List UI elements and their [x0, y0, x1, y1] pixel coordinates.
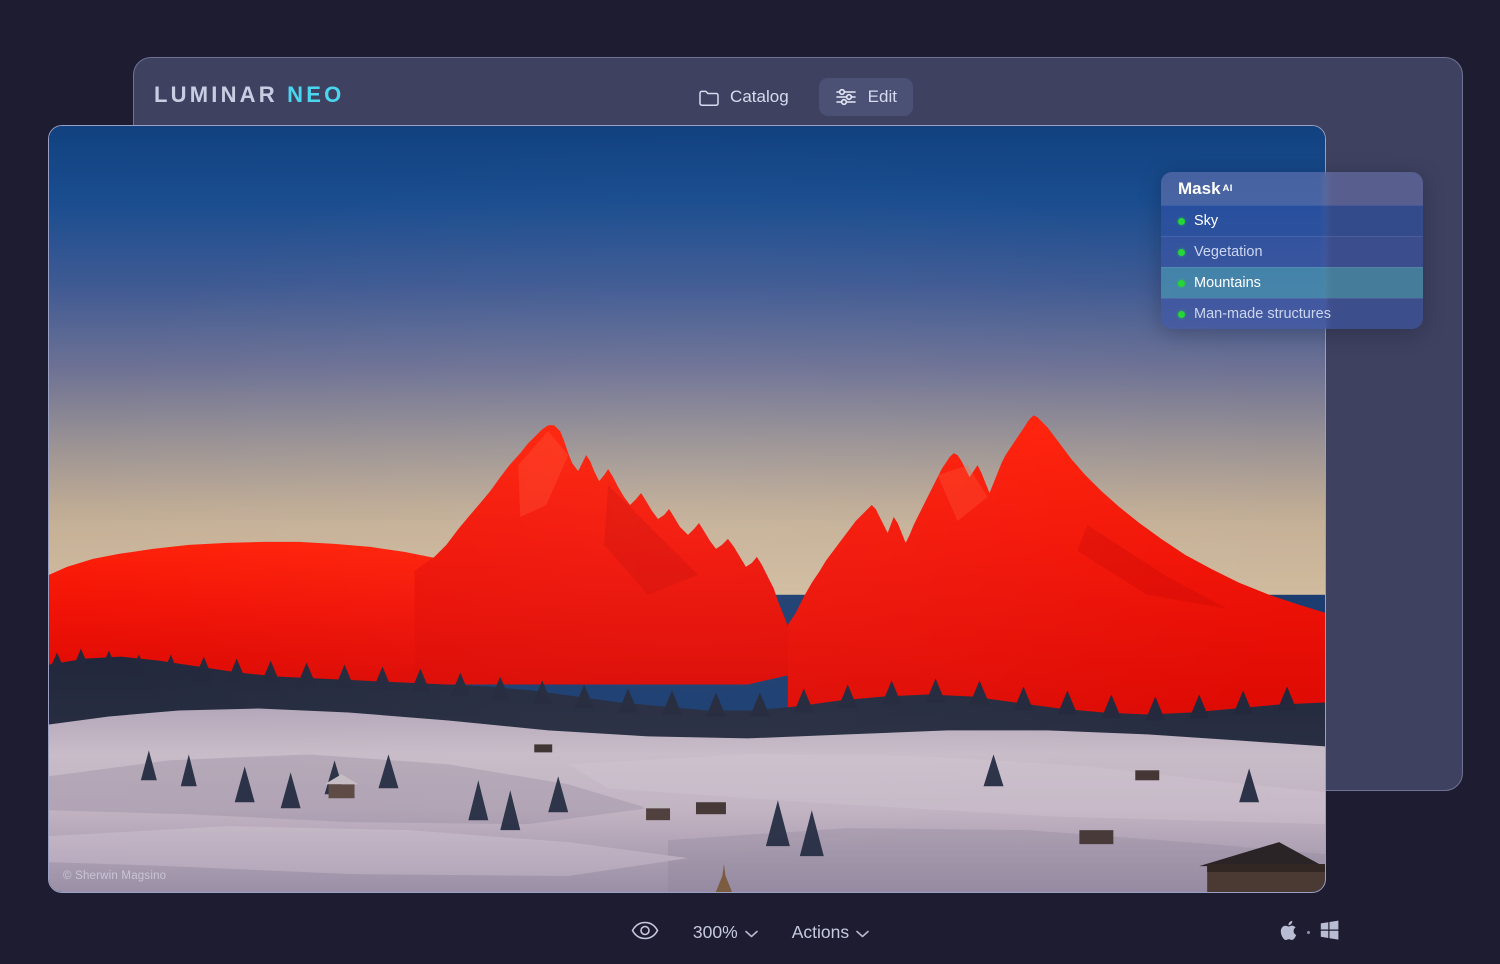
mask-item-vegetation[interactable]: Vegetation [1161, 236, 1423, 267]
zoom-level-dropdown[interactable]: 300% [693, 922, 758, 943]
mask-status-dot-icon [1178, 249, 1185, 256]
folder-icon [699, 89, 719, 106]
preview-toggle-button[interactable] [631, 921, 659, 945]
mask-item-man-made-structures[interactable]: Man-made structures [1161, 298, 1423, 329]
main-nav: Catalog Edit [134, 78, 1462, 116]
actions-label: Actions [792, 922, 849, 943]
title-bar: LUMINAR NEO Catalog [134, 58, 1462, 130]
mask-panel-title: Mask [1178, 179, 1221, 199]
platform-availability [1280, 905, 1340, 960]
image-canvas[interactable]: © Sherwin Magsino [48, 125, 1326, 893]
mask-item-mountains-label: Mountains [1194, 275, 1261, 291]
mask-item-mountains[interactable]: Mountains [1161, 267, 1423, 298]
chevron-down-icon [745, 922, 758, 943]
nav-tab-catalog[interactable]: Catalog [683, 78, 805, 116]
nav-tab-catalog-label: Catalog [730, 87, 789, 107]
mask-item-vegetation-label: Vegetation [1194, 244, 1263, 260]
mask-panel-ai-badge: AI [1223, 183, 1233, 194]
chevron-down-icon [856, 922, 869, 943]
app-root: LUMINAR NEO Catalog [0, 0, 1500, 964]
mask-ai-panel: MaskAI Sky Vegetation Mountains Man-made… [1161, 172, 1423, 329]
photo-credit: © Sherwin Magsino [63, 870, 166, 882]
actions-dropdown[interactable]: Actions [792, 922, 869, 943]
mask-status-dot-icon [1178, 218, 1185, 225]
sliders-icon [835, 88, 857, 106]
apple-icon [1280, 920, 1298, 946]
separator-dot [1307, 931, 1310, 934]
mask-item-man-made-structures-label: Man-made structures [1194, 306, 1331, 322]
eye-icon [631, 921, 659, 945]
bottom-toolbar: 300% Actions [0, 905, 1500, 960]
windows-icon [1319, 920, 1340, 945]
mask-status-dot-icon [1178, 280, 1185, 287]
nav-tab-edit[interactable]: Edit [819, 78, 913, 116]
mask-panel-header: MaskAI [1161, 172, 1423, 205]
mask-status-dot-icon [1178, 311, 1185, 318]
mask-item-sky[interactable]: Sky [1161, 205, 1423, 236]
zoom-level-value: 300% [693, 922, 738, 943]
nav-tab-edit-label: Edit [868, 87, 897, 107]
mask-item-sky-label: Sky [1194, 213, 1218, 229]
edited-photo [49, 126, 1325, 892]
